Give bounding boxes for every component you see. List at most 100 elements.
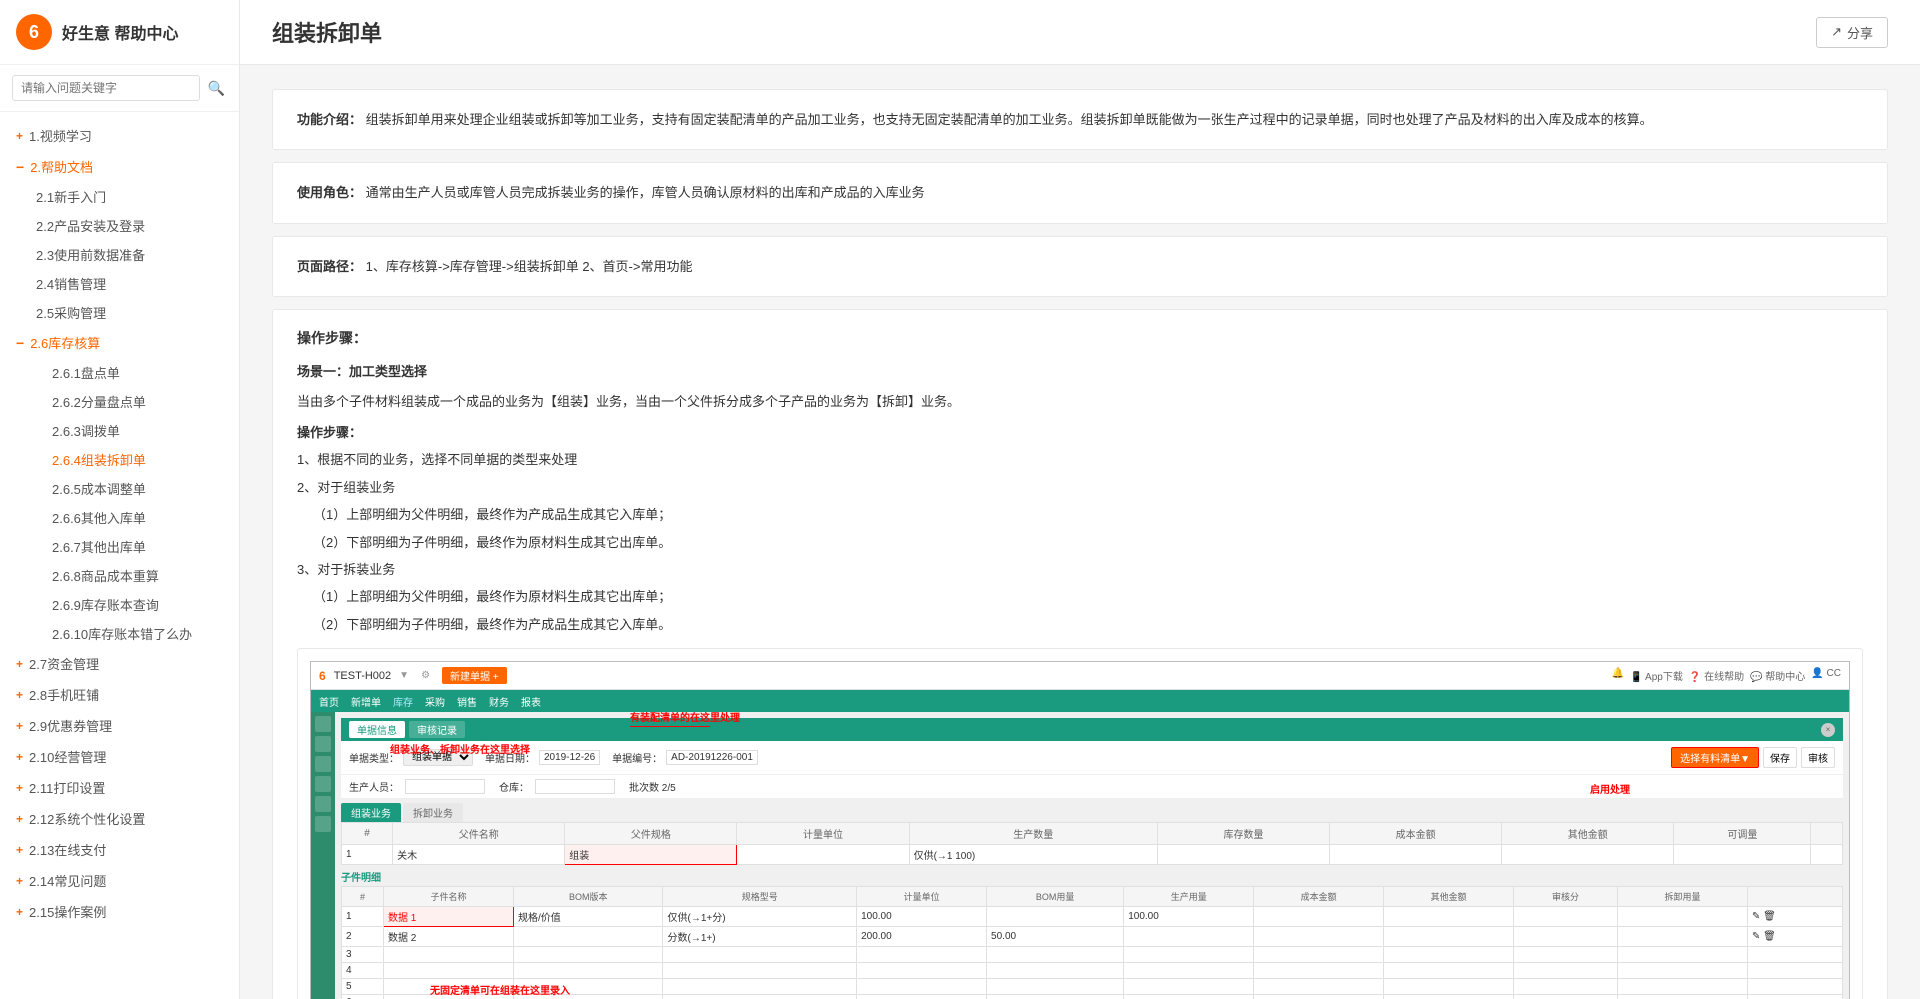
sidebar-item-finance[interactable]: + 2.7资金管理: [0, 648, 239, 679]
scene1-desc: 当由多个子件材料组装成一个成品的业务为【组装】业务，当由一个父件拆分成多个子产品…: [297, 390, 1863, 413]
path-text: 1、库存核算->库存管理->组装拆卸单 2、首页->常用功能: [366, 259, 693, 274]
sidebar-item-inventory-error[interactable]: 2.6.10库存账本错了么办: [0, 619, 239, 648]
mock-close-btn: ×: [1821, 723, 1835, 737]
sidebar-item-cases[interactable]: + 2.15操作案例: [0, 896, 239, 927]
plus-icon-2: +: [16, 657, 23, 671]
plus-icon-5: +: [16, 750, 23, 764]
sidebar-item-transfer[interactable]: 2.6.3调拨单: [0, 416, 239, 445]
mock-assembly-tab[interactable]: 组装业务: [341, 803, 401, 822]
mock-parent-table: #父件名称父件规格计量单位生产数量库存数量成本金额其他金额可调量 1 关木 组装: [341, 822, 1843, 865]
sidebar-item-inventory[interactable]: − 2.6库存核算: [0, 327, 239, 358]
plus-icon-3: +: [16, 688, 23, 702]
search-input[interactable]: [12, 75, 200, 101]
screenshot-mockup: 6 TEST-H002 ▼ ⚙ 新建单据 + 🔔 📱 App下载 ❓ 在线帮助 …: [310, 661, 1850, 999]
share-button[interactable]: ↗ 分享: [1816, 17, 1888, 48]
mock-save-btn[interactable]: 保存: [1763, 747, 1797, 768]
search-box: 🔍: [0, 65, 239, 112]
mock-audit-btn[interactable]: 审核: [1801, 747, 1835, 768]
share-icon: ↗: [1831, 24, 1842, 40]
minus-icon-2: −: [16, 335, 24, 351]
step1: 1、根据不同的业务，选择不同单据的类型来处理: [297, 448, 1863, 471]
mock-logo: 6: [319, 669, 326, 683]
mock-left-icons: [311, 712, 335, 999]
sidebar-item-payment[interactable]: + 2.13在线支付: [0, 834, 239, 865]
sidebar-item-sales[interactable]: 2.4销售管理: [0, 269, 239, 298]
ops-steps-sub-title: 操作步骤：: [297, 421, 1863, 444]
step2: 2、对于组装业务: [297, 476, 1863, 499]
mock-company: TEST-H002: [334, 670, 391, 682]
sidebar-item-faq[interactable]: + 2.14常见问题: [0, 865, 239, 896]
sidebar-item-inventory-query[interactable]: 2.6.9库存账本查询: [0, 590, 239, 619]
scene1-title: 场景一：加工类型选择: [297, 360, 1863, 383]
step3: 3、对于拆装业务: [297, 558, 1863, 581]
plus-icon-6: +: [16, 781, 23, 795]
mock-bottom-table-label: 子件明细: [341, 869, 1843, 884]
annotation-assembly-type: 组装业务、拆卸业务在这里选择: [390, 741, 530, 756]
step3-2: （2）下部明细为子件明细，最终作为产成品生成其它入库单。: [297, 613, 1863, 636]
main-area: 组装拆卸单 ↗ 分享 功能介绍： 组装拆卸单用来处理企业组装或拆卸等加工业务，支…: [240, 0, 1920, 999]
sidebar-item-purchase[interactable]: 2.5采购管理: [0, 298, 239, 327]
plus-icon: +: [16, 129, 23, 143]
sidebar-item-operations[interactable]: + 2.10经营管理: [0, 741, 239, 772]
role-text: 通常由生产人员或库管人员完成拆装业务的操作，库管人员确认原材料的出库和产成品的入…: [366, 185, 925, 200]
path-card: 页面路径： 1、库存核算->库存管理->组装拆卸单 2、首页->常用功能: [272, 236, 1888, 297]
plus-icon-4: +: [16, 719, 23, 733]
step2-2: （2）下部明细为子件明细，最终作为原材料生成其它出库单。: [297, 531, 1863, 554]
path-label: 页面路径：: [297, 259, 362, 274]
intro-label: 功能介绍：: [297, 112, 362, 127]
role-label: 使用角色：: [297, 185, 362, 200]
sidebar-item-install[interactable]: 2.2产品安装及登录: [0, 211, 239, 240]
mock-new-order-btn: 新建单据 +: [442, 667, 507, 684]
sidebar-header: 6 好生意 帮助中心: [0, 0, 239, 65]
mock-producer-input[interactable]: [405, 779, 485, 794]
mock-main-content: 单据信息 审核记录 × 单据类型：: [335, 712, 1849, 999]
role-card: 使用角色： 通常由生产人员或库管人员完成拆装业务的操作，库管人员确认原材料的出库…: [272, 162, 1888, 223]
mock-body: 单据信息 审核记录 × 单据类型：: [311, 712, 1849, 999]
step2-1: （1）上部明细为父件明细，最终作为产成品生成其它入库单；: [297, 503, 1863, 526]
annotation-enable: 启用处理: [1590, 781, 1630, 796]
intro-text: 组装拆卸单用来处理企业组装或拆卸等加工业务，支持有固定装配清单的产品加工业务，也…: [366, 112, 1653, 127]
sidebar-item-stocktake[interactable]: 2.6.1盘点单: [0, 358, 239, 387]
sidebar-item-cost-recalc[interactable]: 2.6.8商品成本重算: [0, 561, 239, 590]
sidebar-item-other-in[interactable]: 2.6.6其他入库单: [0, 503, 239, 532]
minus-icon: −: [16, 159, 24, 175]
sidebar-item-assembly[interactable]: 2.6.4组装拆卸单: [0, 445, 239, 474]
mock-top-bar: 6 TEST-H002 ▼ ⚙ 新建单据 + 🔔 📱 App下载 ❓ 在线帮助 …: [311, 662, 1849, 690]
sidebar-item-help-docs[interactable]: − 2.帮助文档: [0, 151, 239, 182]
sidebar-item-video[interactable]: + 1.视频学习: [0, 120, 239, 151]
screenshot-container: 6 TEST-H002 ▼ ⚙ 新建单据 + 🔔 📱 App下载 ❓ 在线帮助 …: [297, 648, 1863, 999]
sidebar-item-print[interactable]: + 2.11打印设置: [0, 772, 239, 803]
plus-icon-8: +: [16, 843, 23, 857]
nav-tree: + 1.视频学习 − 2.帮助文档 2.1新手入门 2.2产品安装及登录 2.3…: [0, 112, 239, 999]
mock-tab-inactive: 审核记录: [409, 721, 465, 738]
search-button[interactable]: 🔍: [206, 78, 227, 99]
mock-form-area: 单据类型： 组装单据 拆卸单据 单据日期： 2019-12-26: [341, 741, 1843, 775]
page-title: 组装拆卸单: [272, 16, 382, 48]
step3-1: （1）上部明细为父件明细，最终作为原材料生成其它出库单；: [297, 585, 1863, 608]
sidebar-item-mobile[interactable]: + 2.8手机旺铺: [0, 679, 239, 710]
plus-icon-7: +: [16, 812, 23, 826]
steps-section: 操作步骤： 场景一：加工类型选择 当由多个子件材料组装成一个成品的业务为【组装】…: [272, 309, 1888, 999]
mock-nav-bar: 首页 新增单 库存 采购 销售 财务 报表: [311, 690, 1849, 712]
mock-warehouse-input[interactable]: [535, 779, 615, 794]
sidebar-item-other-out[interactable]: 2.6.7其他出库单: [0, 532, 239, 561]
mock-tab-active: 单据信息: [349, 721, 405, 738]
mock-dialog-header: 单据信息 审核记录 ×: [341, 718, 1843, 741]
sidebar-item-coupon[interactable]: + 2.9优惠券管理: [0, 710, 239, 741]
mock-table-tabs: 组装业务 拆卸业务: [341, 803, 1843, 822]
annotation-no-bom: 无固定清单可在组装在这里录入: [430, 982, 570, 997]
app-name: 好生意 帮助中心: [62, 20, 178, 44]
logo-icon: 6: [16, 14, 52, 50]
ops-title: 操作步骤：: [297, 328, 1863, 348]
sidebar-item-partial-stocktake[interactable]: 2.6.2分量盘点单: [0, 387, 239, 416]
sidebar-item-cost-adjust[interactable]: 2.6.5成本调整单: [0, 474, 239, 503]
sidebar-item-personalize[interactable]: + 2.12系统个性化设置: [0, 803, 239, 834]
sidebar-item-data-prep[interactable]: 2.3使用前数据准备: [0, 240, 239, 269]
main-content: 功能介绍： 组装拆卸单用来处理企业组装或拆卸等加工业务，支持有固定装配清单的产品…: [240, 65, 1920, 999]
sidebar: 6 好生意 帮助中心 🔍 + 1.视频学习 − 2.帮助文档 2.1新手入门 2…: [0, 0, 240, 999]
mock-disassembly-tab[interactable]: 拆卸业务: [403, 803, 463, 822]
mock-bom-select-btn[interactable]: 选择有料清单▼: [1671, 747, 1759, 768]
sidebar-item-beginner[interactable]: 2.1新手入门: [0, 182, 239, 211]
plus-icon-9: +: [16, 874, 23, 888]
annotation-bom: 有装配清单的在这里处理: [630, 709, 740, 727]
